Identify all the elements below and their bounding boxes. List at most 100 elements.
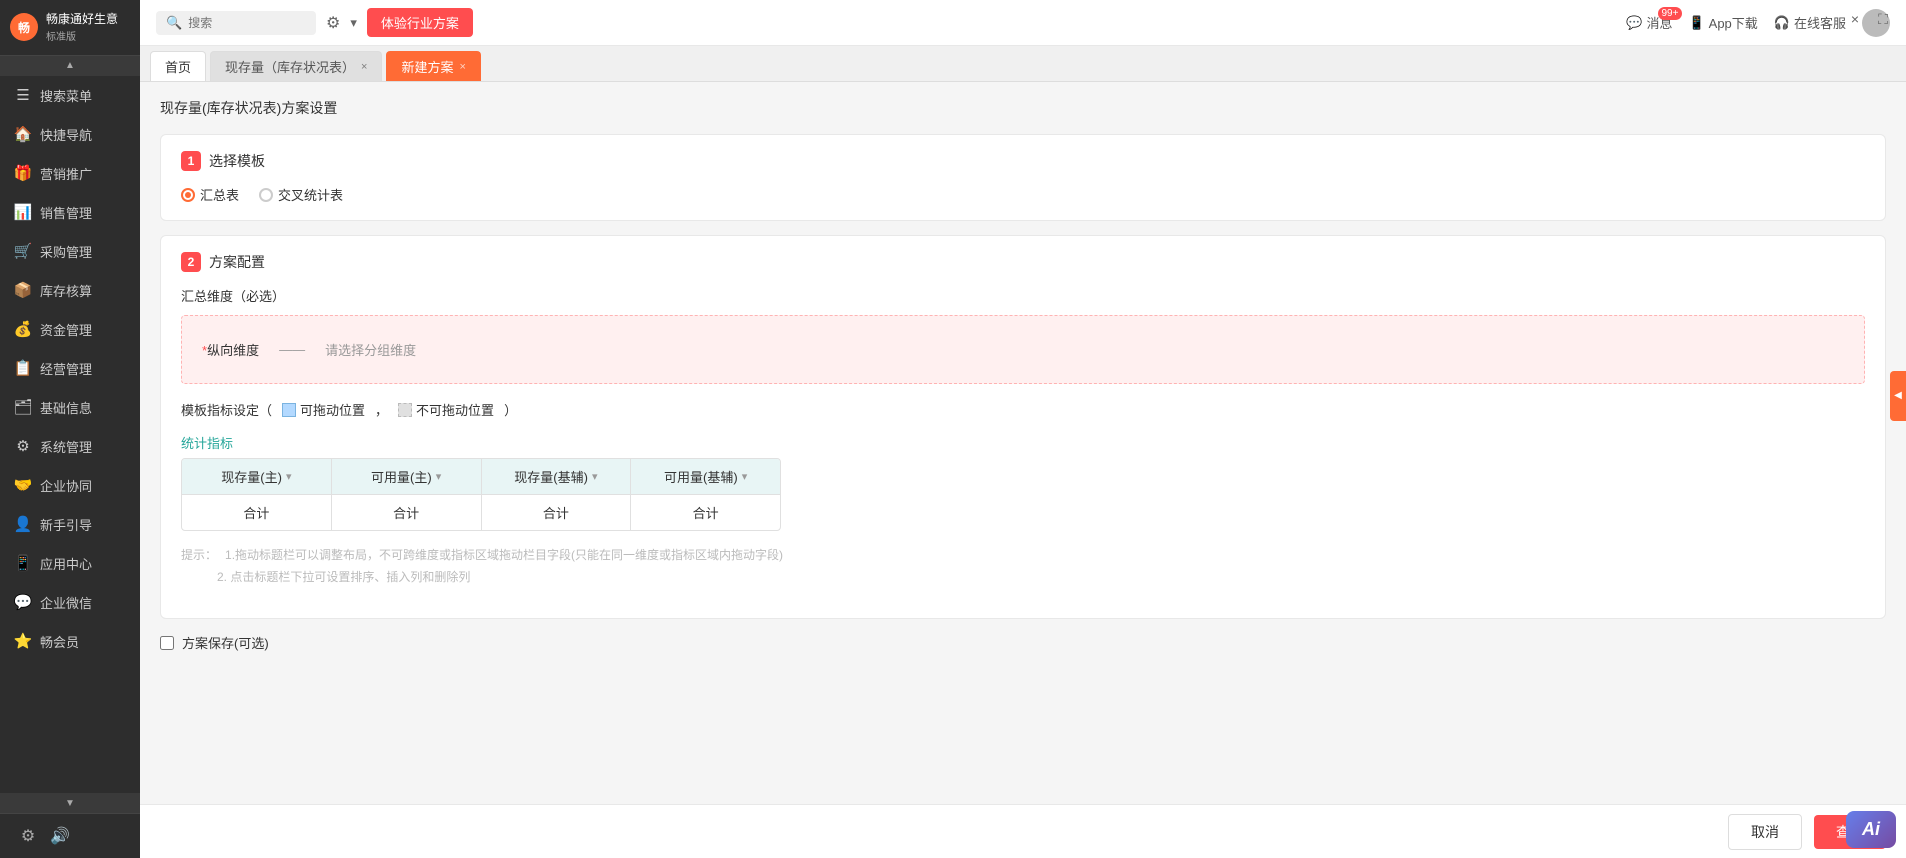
sidebar-item-purchase[interactable]: 🛒 采购管理 [0,232,140,271]
main-area: 🔍 ⚙ ▾ 体验行业方案 💬 消息 99+ 📱 App下载 🎧 在线客服 [140,0,1906,858]
sidebar-item-wechat[interactable]: 💬 企业微信 [0,583,140,622]
messages-badge[interactable]: 💬 消息 99+ [1626,13,1672,32]
sidebar-scroll-down[interactable]: ▼ [0,793,140,813]
dimension-box: *纵向维度 —— 请选择分组维度 [181,315,1865,384]
section2-num: 2 [181,252,201,272]
sidebar-item-label: 应用中心 [40,554,92,573]
ai-badge[interactable]: Ai [1846,811,1896,848]
radio-cross-circle [259,188,273,202]
settings-icon[interactable]: ⚙ [14,822,42,850]
chevron-0: ▾ [286,470,292,483]
sidebar-item-enterprise[interactable]: 🤝 企业协同 [0,466,140,505]
col-body-3: 合计 [631,494,780,530]
tabbar: 首页 现存量（库存状况表） × 新建方案 × × ⛶ [140,46,1906,82]
sidebar-item-label: 库存核算 [40,281,92,300]
phone-download-icon: 📱 [1688,15,1704,31]
save-section: 方案保存(可选) [160,633,1886,652]
radio-summary[interactable]: 汇总表 [181,185,239,204]
sidebar-item-basic-info[interactable]: 🗂 基础信息 [0,388,140,427]
sidebar-scroll-up[interactable]: ▲ [0,56,140,76]
search-menu-icon: ☰ [14,86,32,104]
save-checkbox[interactable] [160,636,174,650]
col-body-0: 合计 [182,494,332,530]
tips-area: 提示： 1.拖动标题栏可以调整布局，不可跨维度或指标区域拖动栏目字段(只能在同一… [181,545,1865,588]
chevron-1: ▾ [436,470,442,483]
home-icon: 🏠 [14,125,32,143]
gift-icon: 🎁 [14,164,32,182]
cancel-button[interactable]: 取消 [1728,814,1802,850]
tips-line-0: 提示： 1.拖动标题栏可以调整布局，不可跨维度或指标区域拖动栏目字段(只能在同一… [181,545,1865,567]
app-download-label: App下载 [1709,13,1758,32]
phone-icon: 📱 [14,554,32,572]
section1-num: 1 [181,151,201,171]
right-panel-toggle[interactable]: ◀ [1890,371,1906,421]
sidebar-item-sales[interactable]: 📊 销售管理 [0,193,140,232]
sidebar-item-member[interactable]: ⭐ 畅会员 [0,622,140,661]
section1-label: 选择模板 [209,151,265,171]
section2-label: 方案配置 [209,252,265,272]
sidebar-item-quick-nav[interactable]: 🏠 快捷导航 [0,115,140,154]
tab-new-plan[interactable]: 新建方案 × [386,51,480,81]
sidebar-item-marketing[interactable]: 🎁 营销推广 [0,154,140,193]
sidebar-item-apps[interactable]: 📱 应用中心 [0,544,140,583]
sidebar-logo: 畅 畅康通好生意 标准版 [0,0,140,56]
section1-title: 1 选择模板 [181,151,1865,171]
box-icon: 📦 [14,281,32,299]
sidebar-item-label: 采购管理 [40,242,92,261]
tab-new-plan-close[interactable]: × [459,61,465,73]
legend-movable: 可拖动位置 [282,400,365,419]
sidebar-item-label: 畅会员 [40,632,79,651]
window-expand-btn[interactable]: ⛶ [1872,8,1894,30]
star-icon: ⭐ [14,632,32,650]
gear-icon: ⚙ [14,437,32,455]
topbar: 🔍 ⚙ ▾ 体验行业方案 💬 消息 99+ 📱 App下载 🎧 在线客服 [140,0,1906,46]
indicator-label: 模板指标设定（ 可拖动位置 ， 不可拖动位置 ） [181,400,1865,419]
radio-summary-circle [181,188,195,202]
dimension-required-label: 汇总维度（必选） [181,286,1865,305]
template-radio-group: 汇总表 交叉统计表 [181,185,1865,204]
volume-icon[interactable]: 🔊 [46,822,74,850]
chevron-down-icon[interactable]: ▾ [350,15,357,31]
tab-inventory-close[interactable]: × [361,61,367,73]
col-header-0[interactable]: 现存量(主) ▾ [182,459,332,494]
chevron-3: ▾ [742,470,748,483]
col-body-1: 合计 [332,494,482,530]
stats-table-header: 现存量(主) ▾ 可用量(主) ▾ 现存量(基辅) ▾ 可用量(基辅) ▾ [182,459,780,494]
stats-table: 现存量(主) ▾ 可用量(主) ▾ 现存量(基辅) ▾ 可用量(基辅) ▾ [181,458,781,531]
message-icon: 💬 [1626,15,1642,31]
sidebar-bottom: ⚙ 🔊 [0,813,140,858]
window-close-btn[interactable]: × [1844,8,1866,30]
tips-line-1: 2. 点击标题栏下拉可设置排序、插入列和删除列 [181,567,1865,589]
settings-gear-icon[interactable]: ⚙ [326,13,340,33]
dimension-placeholder[interactable]: 请选择分组维度 [325,340,416,359]
search-input[interactable] [188,16,298,30]
sidebar-item-inventory[interactable]: 📦 库存核算 [0,271,140,310]
messages-count: 99+ [1658,7,1683,20]
sidebar-item-system[interactable]: ⚙ 系统管理 [0,427,140,466]
sidebar-item-management[interactable]: 📋 经营管理 [0,349,140,388]
sidebar-item-newbie[interactable]: 👤 新手引导 [0,505,140,544]
page-title: 现存量(库存状况表)方案设置 [160,98,1886,118]
tab-inventory-status[interactable]: 现存量（库存状况表） × [210,51,382,81]
col-body-2: 合计 [482,494,632,530]
dimension-vertical-label: *纵向维度 [202,340,259,359]
col-header-2[interactable]: 现存量(基辅) ▾ [482,459,632,494]
radio-cross-label: 交叉统计表 [278,185,343,204]
save-label: 方案保存(可选) [182,633,269,652]
content-area: 现存量(库存状况表)方案设置 1 选择模板 汇总表 交叉统计表 [140,82,1906,804]
sidebar-item-label: 快捷导航 [40,125,92,144]
sidebar-item-label: 营销推广 [40,164,92,183]
stats-table-body: 合计 合计 合计 合计 [182,494,780,530]
col-header-3[interactable]: 可用量(基辅) ▾ [631,459,780,494]
search-box[interactable]: 🔍 [156,11,316,35]
sidebar-item-search-menu[interactable]: ☰ 搜索菜单 [0,76,140,115]
tips-item-0: 1.拖动标题栏可以调整布局，不可跨维度或指标区域拖动栏目字段(只能在同一维度或指… [225,545,783,567]
col-header-1[interactable]: 可用量(主) ▾ [332,459,482,494]
app-logo-text: 畅康通好生意 标准版 [46,12,118,43]
sidebar-item-finance[interactable]: 💰 资金管理 [0,310,140,349]
app-download[interactable]: 📱 App下载 [1688,13,1757,32]
tab-home[interactable]: 首页 [150,51,206,81]
radio-cross[interactable]: 交叉统计表 [259,185,343,204]
trial-btn[interactable]: 体验行业方案 [367,8,473,37]
sidebar-nav: ☰ 搜索菜单 🏠 快捷导航 🎁 营销推广 📊 销售管理 🛒 采购管理 📦 库存核… [0,76,140,793]
